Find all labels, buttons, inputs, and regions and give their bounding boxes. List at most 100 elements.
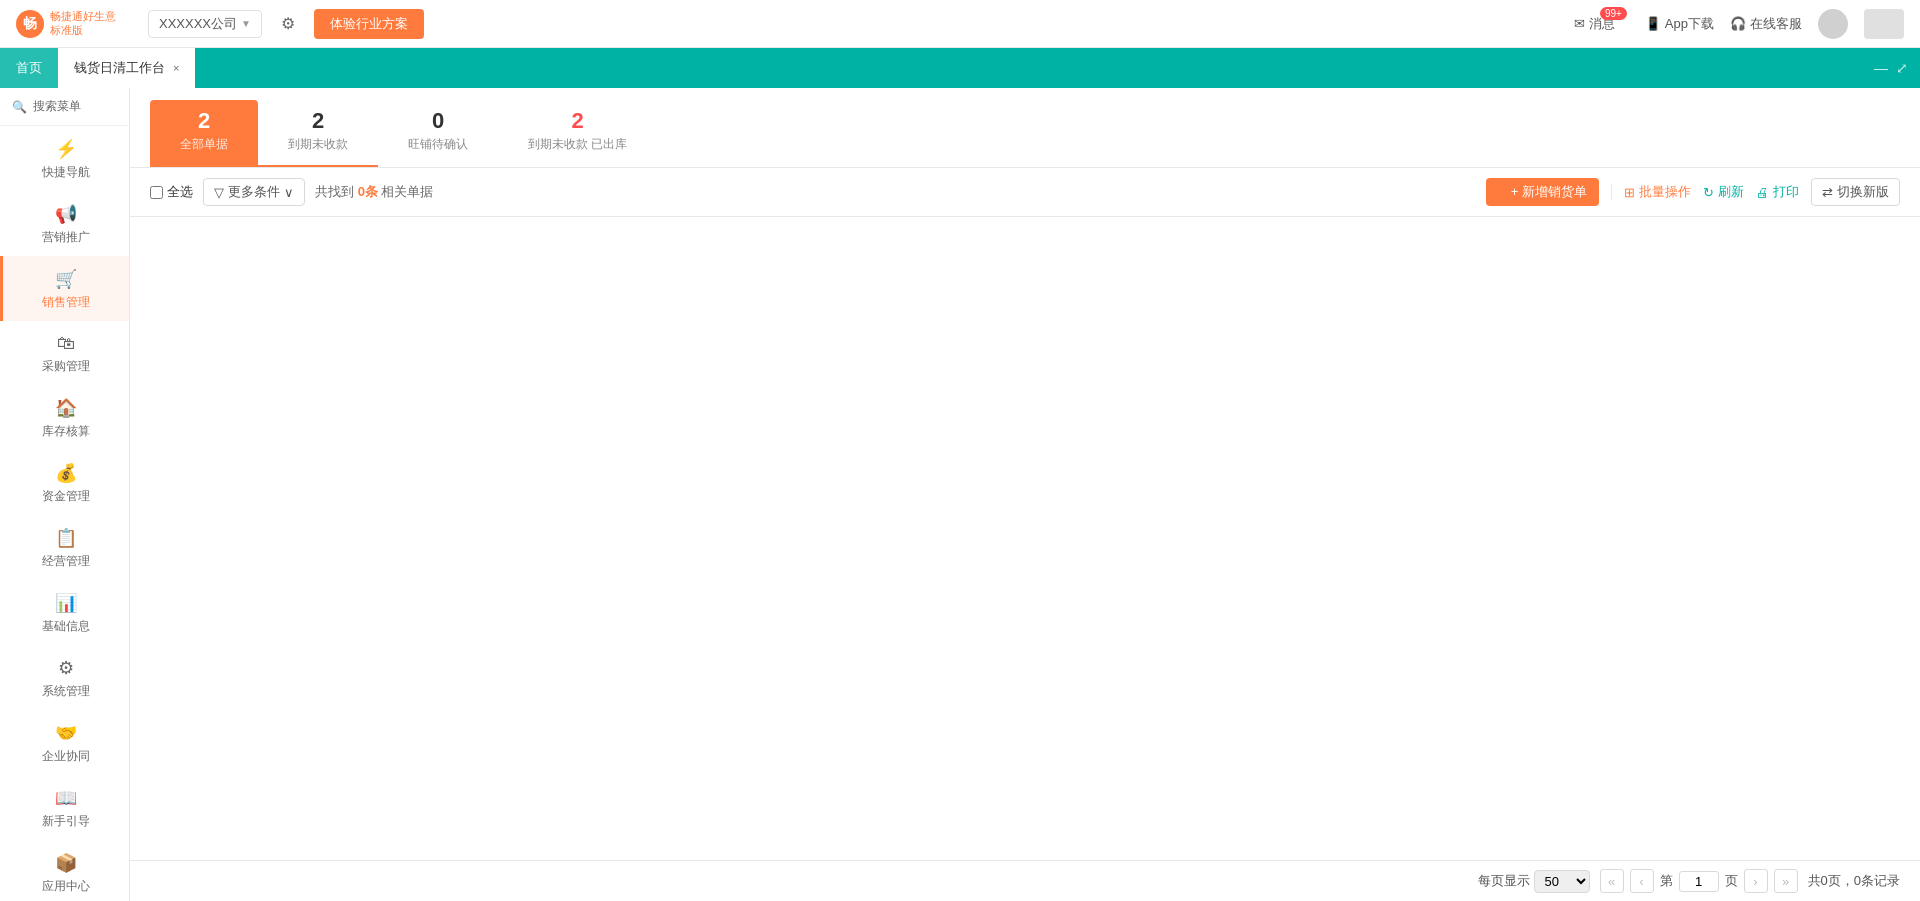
sidebar-item-basic[interactable]: 📊 基础信息 [0, 580, 129, 645]
batch-icon: ⊞ [1624, 185, 1635, 200]
per-page-select[interactable]: 50 100 200 [1534, 870, 1590, 893]
stat-label-overdue-shipped: 到期未收款 已出库 [528, 136, 627, 153]
tab-active[interactable]: 钱货日清工作台 × [58, 48, 195, 88]
sidebar-item-label: 新手引导 [42, 813, 90, 830]
switch-new-version-button[interactable]: ⇄ 切换新版 [1811, 178, 1900, 206]
stat-num-overdue-shipped: 2 [572, 108, 584, 134]
sidebar-item-marketing[interactable]: 📢 营销推广 [0, 191, 129, 256]
user-avatar[interactable] [1818, 9, 1848, 39]
switch-icon: ⇄ [1822, 185, 1833, 200]
sidebar-item-guide[interactable]: 📖 新手引导 [0, 775, 129, 840]
table-area [130, 217, 1920, 860]
service-icon: 🎧 [1730, 16, 1746, 31]
sidebar-item-label: 企业协同 [42, 748, 90, 765]
toolbar-right: + + 新增销货单 ⊞ 批量操作 ↻ 刷新 🖨 打印 ⇄ [1486, 178, 1900, 206]
tab-bar: 首页 钱货日清工作台 × — ⤢ [0, 48, 1920, 88]
refresh-icon: ↻ [1703, 185, 1714, 200]
sidebar-item-label: 经营管理 [42, 553, 90, 570]
page-suffix: 页 [1725, 872, 1738, 890]
tab-active-label: 钱货日清工作台 [74, 59, 165, 77]
select-all-checkbox[interactable]: 全选 [150, 183, 193, 201]
print-button[interactable]: 🖨 打印 [1756, 183, 1799, 201]
sidebar: 🔍 搜索菜单 ⚡ 快捷导航 📢 营销推广 🛒 销售管理 🛍 采购管理 🏠 库存核… [0, 88, 130, 901]
stat-tab-overdue-shipped[interactable]: 2 到期未收款 已出库 [498, 100, 657, 167]
sidebar-item-purchase[interactable]: 🛍 采购管理 [0, 321, 129, 385]
sidebar-item-finance[interactable]: 💰 资金管理 [0, 450, 129, 515]
filter-icon: ▽ [214, 185, 224, 200]
toolbar-left: 全选 ▽ 更多条件 ∨ 共找到 0条 相关单据 [150, 178, 1474, 206]
sidebar-item-label: 应用中心 [42, 878, 90, 895]
sidebar-item-label: 库存核算 [42, 423, 90, 440]
window-expand-icon[interactable]: ⤢ [1896, 60, 1908, 76]
next-page-button[interactable]: › [1744, 869, 1768, 893]
sales-icon: 🛒 [55, 268, 77, 290]
page-size-selector: 每页显示 50 100 200 [1478, 870, 1590, 893]
print-icon: 🖨 [1756, 185, 1769, 200]
tab-close-icon[interactable]: × [173, 62, 179, 74]
sidebar-search[interactable]: 🔍 搜索菜单 [0, 88, 129, 126]
marketing-icon: 📢 [55, 203, 77, 225]
add-btn-label: + 新增销货单 [1511, 183, 1587, 201]
select-all-input[interactable] [150, 186, 163, 199]
online-service-button[interactable]: 🎧 在线客服 [1730, 15, 1802, 33]
window-minimize-icon[interactable]: — [1874, 60, 1888, 76]
apps-icon: 📦 [55, 852, 77, 874]
pagination-summary: 共0页，0条记录 [1808, 872, 1900, 890]
pager: « ‹ 第 页 › » [1600, 869, 1798, 893]
user-name[interactable] [1864, 9, 1904, 39]
sidebar-item-label: 系统管理 [42, 683, 90, 700]
sidebar-item-enterprise[interactable]: 🤝 企业协同 [0, 710, 129, 775]
sidebar-item-apps[interactable]: 📦 应用中心 [0, 840, 129, 901]
gear-icon: ⚙ [281, 14, 295, 33]
add-sales-order-button[interactable]: + + 新增销货单 [1486, 178, 1599, 206]
sidebar-item-label: 快捷导航 [42, 164, 90, 181]
stat-tab-all[interactable]: 2 全部单据 [150, 100, 258, 167]
quick-nav-icon: ⚡ [55, 138, 77, 160]
enterprise-icon: 🤝 [55, 722, 77, 744]
stat-label-wangpu: 旺铺待确认 [408, 136, 468, 153]
batch-operation-button[interactable]: ⊞ 批量操作 [1624, 183, 1691, 201]
select-all-label: 全选 [167, 183, 193, 201]
stat-tab-overdue[interactable]: 2 到期未收款 [258, 100, 378, 167]
message-button[interactable]: ✉ 消息 99+ [1574, 15, 1615, 33]
stat-tab-wangpu[interactable]: 0 旺铺待确认 [378, 100, 498, 167]
plus-icon: + [1498, 184, 1507, 201]
print-label: 打印 [1773, 183, 1799, 201]
sidebar-item-operation[interactable]: 📋 经营管理 [0, 515, 129, 580]
last-page-button[interactable]: » [1774, 869, 1798, 893]
sidebar-search-label: 搜索菜单 [33, 98, 81, 115]
switch-label: 切换新版 [1837, 183, 1889, 201]
basic-icon: 📊 [55, 592, 77, 614]
sidebar-item-system[interactable]: ⚙ 系统管理 [0, 645, 129, 710]
logo-icon: 畅 [16, 10, 44, 38]
divider [1611, 184, 1612, 200]
guide-icon: 📖 [55, 787, 77, 809]
filter-button[interactable]: ▽ 更多条件 ∨ [203, 178, 305, 206]
stat-label-overdue: 到期未收款 [288, 136, 348, 153]
sidebar-item-sales[interactable]: 🛒 销售管理 [0, 256, 129, 321]
stat-label-all: 全部单据 [180, 136, 228, 153]
logo-text: 畅捷通好生意 标准版 [50, 10, 116, 36]
settings-button[interactable]: ⚙ [274, 10, 302, 38]
batch-label: 批量操作 [1639, 183, 1691, 201]
try-industry-button[interactable]: 体验行业方案 [314, 9, 424, 39]
refresh-button[interactable]: ↻ 刷新 [1703, 183, 1744, 201]
tab-actions: — ⤢ [1874, 60, 1920, 76]
stat-num-wangpu: 0 [432, 108, 444, 134]
purchase-icon: 🛍 [57, 333, 75, 354]
download-icon: 📱 [1645, 16, 1661, 31]
first-page-button[interactable]: « [1600, 869, 1624, 893]
header-left: 畅 畅捷通好生意 标准版 XXXXXX公司 ▼ ⚙ 体验行业方案 [16, 9, 424, 39]
page-input[interactable] [1679, 871, 1719, 892]
stat-num-all: 2 [198, 108, 210, 134]
prev-page-button[interactable]: ‹ [1630, 869, 1654, 893]
tab-home[interactable]: 首页 [0, 48, 58, 88]
top-header: 畅 畅捷通好生意 标准版 XXXXXX公司 ▼ ⚙ 体验行业方案 ✉ 消息 99… [0, 0, 1920, 48]
sidebar-item-quick-nav[interactable]: ⚡ 快捷导航 [0, 126, 129, 191]
found-text: 共找到 0条 相关单据 [315, 183, 433, 201]
sidebar-item-inventory[interactable]: 🏠 库存核算 [0, 385, 129, 450]
company-selector[interactable]: XXXXXX公司 ▼ [148, 10, 262, 38]
filter-label: 更多条件 [228, 183, 280, 201]
app-download-button[interactable]: 📱 App下载 [1645, 15, 1714, 33]
main-content: 2 全部单据 2 到期未收款 0 旺铺待确认 2 到期未收款 已出库 [130, 88, 1920, 901]
